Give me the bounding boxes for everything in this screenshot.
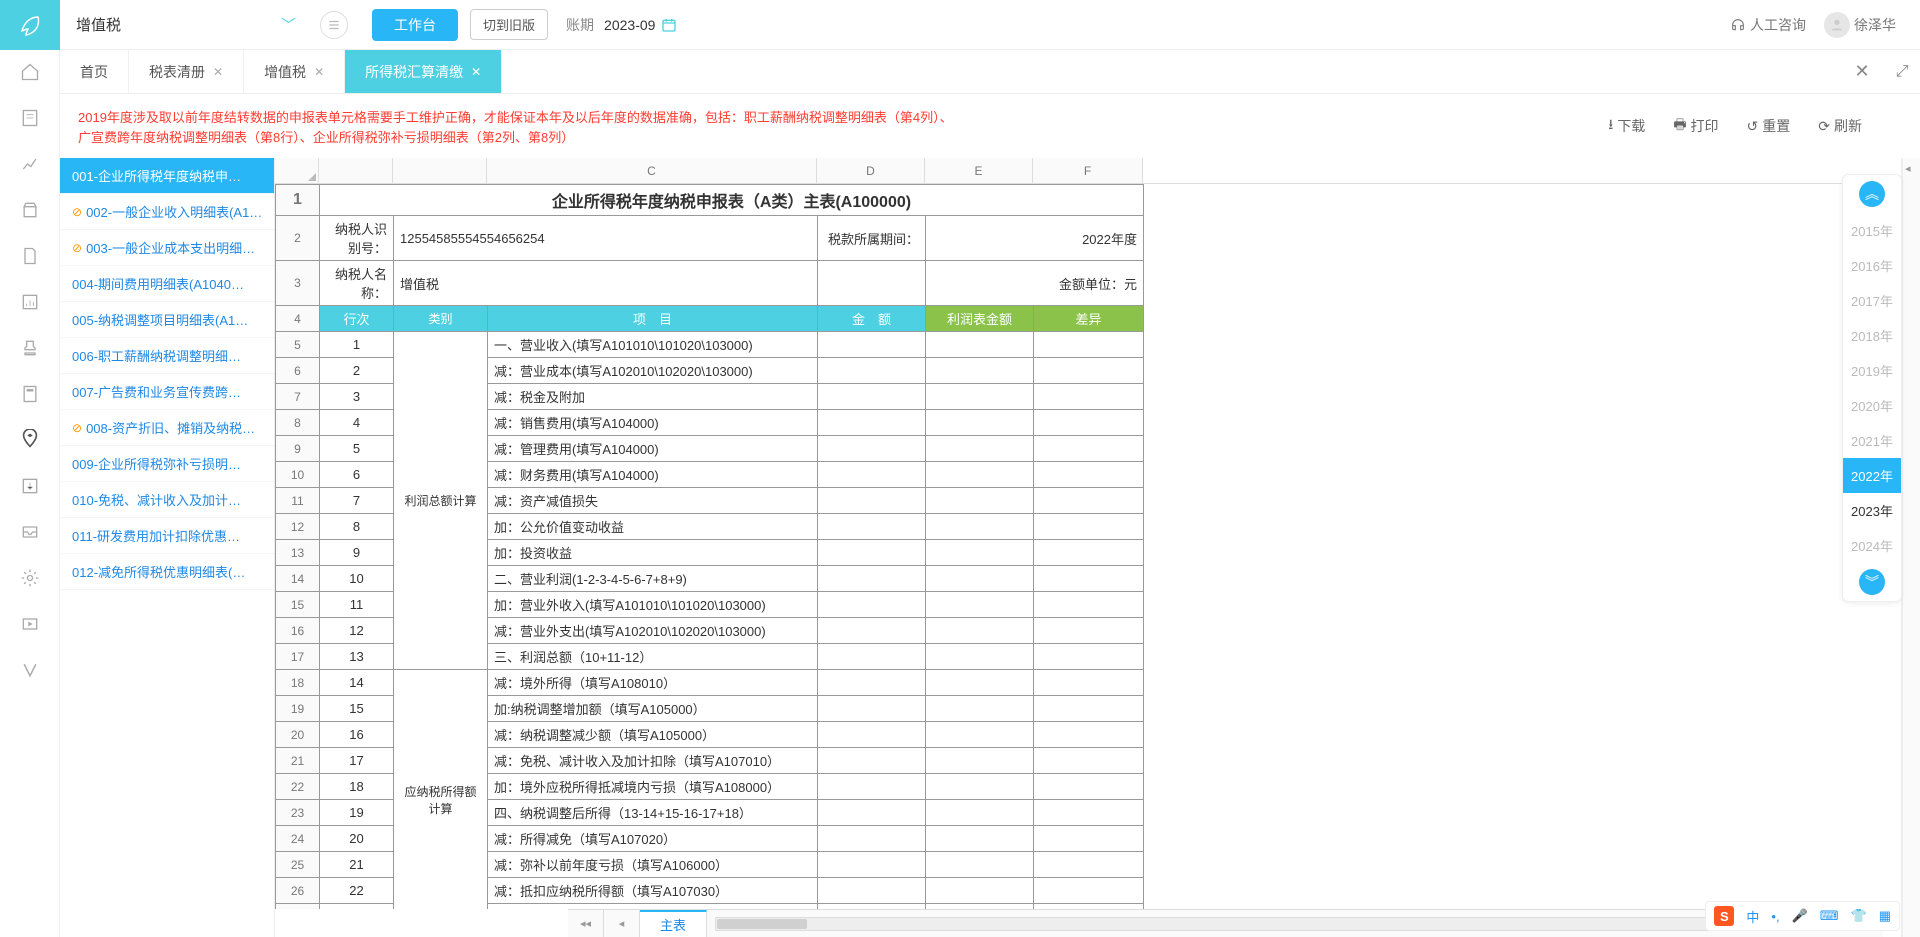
- year-button[interactable]: 2016年: [1843, 248, 1901, 283]
- chevron-down-icon: ﹀: [281, 14, 296, 35]
- nav-doc-icon[interactable]: [18, 244, 42, 268]
- right-flyout: ◂: [1902, 158, 1920, 937]
- grid-wrap: ◂ C D E F 001-企业所得税年度纳税申报表（A类）主表(A100000…: [275, 158, 1902, 937]
- menu-icon: [327, 18, 341, 32]
- consult-link[interactable]: 人工咨询: [1730, 15, 1806, 35]
- nav-export-icon[interactable]: [18, 474, 42, 498]
- nav-settings-icon[interactable]: [18, 566, 42, 590]
- top-right: 人工咨询 徐泽华: [1730, 12, 1920, 38]
- year-button[interactable]: 2021年: [1843, 423, 1901, 458]
- left-nav-rail: [0, 50, 60, 937]
- ime-tools-icon[interactable]: ▦: [1879, 908, 1891, 924]
- year-button[interactable]: 2022年: [1843, 458, 1901, 493]
- tab-home[interactable]: 首页: [60, 50, 129, 93]
- sheet-tabs: ◂◂ ◂ 主表: [568, 909, 1883, 937]
- close-icon[interactable]: ✕: [314, 65, 324, 79]
- table-row[interactable]: 51利润总额计算一、营业收入(填写A101010\101020\103000): [276, 332, 1144, 358]
- year-button[interactable]: 2017年: [1843, 283, 1901, 318]
- form-item[interactable]: 006-职工薪酬纳税调整明细…: [60, 338, 274, 374]
- feather-icon: [18, 13, 42, 37]
- reset-button[interactable]: ↺ 重置: [1747, 114, 1791, 138]
- ime-skin-icon[interactable]: 👕: [1851, 908, 1867, 924]
- form-item[interactable]: 004-期间费用明细表(A1040…: [60, 266, 274, 302]
- sheet-nav-first[interactable]: ◂◂: [568, 910, 604, 937]
- nav-tax-icon[interactable]: [18, 428, 42, 452]
- content: 2019年度涉及取以前年度结转数据的申报表单元格需要手工维护正确，才能保证本年及…: [60, 94, 1920, 937]
- sheet-tab-main[interactable]: 主表: [640, 910, 707, 937]
- switch-old-button[interactable]: 切到旧版: [470, 9, 548, 40]
- year-button[interactable]: 2015年: [1843, 213, 1901, 248]
- nav-report-icon[interactable]: [18, 290, 42, 314]
- forms-list: 001-企业所得税年度纳税申…⊘002-一般企业收入明细表(A1…⊘003-一般…: [60, 158, 275, 937]
- form-item[interactable]: 005-纳税调整项目明细表(A1…: [60, 302, 274, 338]
- form-item[interactable]: 011-研发费用加计扣除优惠…: [60, 518, 274, 554]
- top-bar: 增值税 ﹀ 工作台 切到旧版 账期 2023-09 人工咨询 徐泽华: [0, 0, 1920, 50]
- warning-icon: ⊘: [72, 205, 82, 219]
- period-value[interactable]: 2023-09: [604, 17, 655, 33]
- year-button[interactable]: 2023年: [1843, 493, 1901, 528]
- form-item[interactable]: ⊘008-资产折旧、摊销及纳税…: [60, 410, 274, 446]
- headset-icon: [1730, 17, 1746, 33]
- nav-home-icon[interactable]: [18, 60, 42, 84]
- ime-lang[interactable]: 中: [1746, 907, 1759, 926]
- form-item[interactable]: 010-免税、减计收入及加计…: [60, 482, 274, 518]
- form-item[interactable]: 001-企业所得税年度纳税申…: [60, 158, 274, 194]
- sheet-table[interactable]: 1企业所得税年度纳税申报表（A类）主表(A100000) 2纳税人识别号：125…: [275, 184, 1144, 909]
- form-item[interactable]: ⊘002-一般企业收入明细表(A1…: [60, 194, 274, 230]
- nav-v-icon[interactable]: [18, 658, 42, 682]
- form-item[interactable]: 012-减免所得税优惠明细表(…: [60, 554, 274, 590]
- nav-money-icon[interactable]: [18, 198, 42, 222]
- sheet-title: 企业所得税年度纳税申报表（A类）主表(A100000): [320, 185, 1144, 216]
- warning-icon: ⊘: [72, 241, 82, 255]
- year-button[interactable]: 2018年: [1843, 318, 1901, 353]
- years-panel: ︽ 2015年2016年2017年2018年2019年2020年2021年202…: [1842, 174, 1902, 602]
- close-all-button[interactable]: ✕: [1840, 50, 1884, 93]
- user-menu[interactable]: 徐泽华: [1824, 12, 1896, 38]
- expand-button[interactable]: ⤢: [1884, 50, 1920, 93]
- table-row[interactable]: 1814应纳税所得额计算减：境外所得（填写A108010）: [276, 670, 1144, 696]
- year-up-button[interactable]: ︽: [1859, 181, 1885, 207]
- tabs-bar: 首页 税表清册✕ 增值税✕ 所得税汇算清缴✕ ✕ ⤢: [60, 50, 1920, 94]
- form-item[interactable]: ⊘003-一般企业成本支出明细…: [60, 230, 274, 266]
- tab-income-tax[interactable]: 所得税汇算清缴✕: [345, 50, 502, 93]
- year-button[interactable]: 2019年: [1843, 353, 1901, 388]
- download-button[interactable]: ⭳ 下载: [1608, 114, 1645, 138]
- avatar-icon: [1824, 12, 1850, 38]
- ime-mic-icon[interactable]: 🎤: [1792, 908, 1808, 924]
- tab-vat[interactable]: 增值税✕: [244, 50, 345, 93]
- calendar-icon[interactable]: [661, 17, 677, 33]
- nav-calc-icon[interactable]: [18, 382, 42, 406]
- form-item[interactable]: 009-企业所得税弥补亏损明…: [60, 446, 274, 482]
- workbench-button[interactable]: 工作台: [372, 9, 458, 41]
- year-button[interactable]: 2020年: [1843, 388, 1901, 423]
- collapse-toggle[interactable]: [320, 11, 348, 39]
- org-name: 增值税: [76, 14, 121, 35]
- org-selector[interactable]: 增值税 ﹀: [76, 14, 296, 35]
- flyout-caret[interactable]: ◂: [1905, 162, 1911, 175]
- tab-tax-list[interactable]: 税表清册✕: [129, 50, 244, 93]
- year-down-button[interactable]: ︾: [1859, 569, 1885, 595]
- nav-stamp-icon[interactable]: [18, 336, 42, 360]
- ime-keyboard-icon[interactable]: ⌨: [1820, 908, 1839, 924]
- warning-text: 2019年度涉及取以前年度结转数据的申报表单元格需要手工维护正确，才能保证本年及…: [78, 108, 958, 148]
- year-button[interactable]: 2024年: [1843, 528, 1901, 563]
- nav-chart-icon[interactable]: [18, 152, 42, 176]
- warning-icon: ⊘: [72, 421, 82, 435]
- nav-inbox-icon[interactable]: [18, 520, 42, 544]
- ime-logo-icon: S: [1714, 906, 1734, 926]
- nav-ledger-icon[interactable]: [18, 106, 42, 130]
- sheet-nav-prev[interactable]: ◂: [604, 910, 640, 937]
- nav-video-icon[interactable]: [18, 612, 42, 636]
- form-item[interactable]: 007-广告费和业务宣传费跨…: [60, 374, 274, 410]
- period-label: 账期: [566, 15, 594, 35]
- close-icon[interactable]: ✕: [213, 65, 223, 79]
- close-icon[interactable]: ✕: [471, 65, 481, 79]
- ime-bar[interactable]: S 中 •, 🎤 ⌨ 👕 ▦: [1705, 901, 1900, 931]
- toolbar: ⭳ 下载 🖶 打印 ↺ 重置 ⟳ 刷新: [1608, 108, 1902, 138]
- print-button[interactable]: 🖶 打印: [1673, 114, 1718, 138]
- refresh-button[interactable]: ⟳ 刷新: [1818, 114, 1862, 138]
- ime-punct-icon[interactable]: •,: [1771, 909, 1779, 924]
- app-logo[interactable]: [0, 0, 60, 50]
